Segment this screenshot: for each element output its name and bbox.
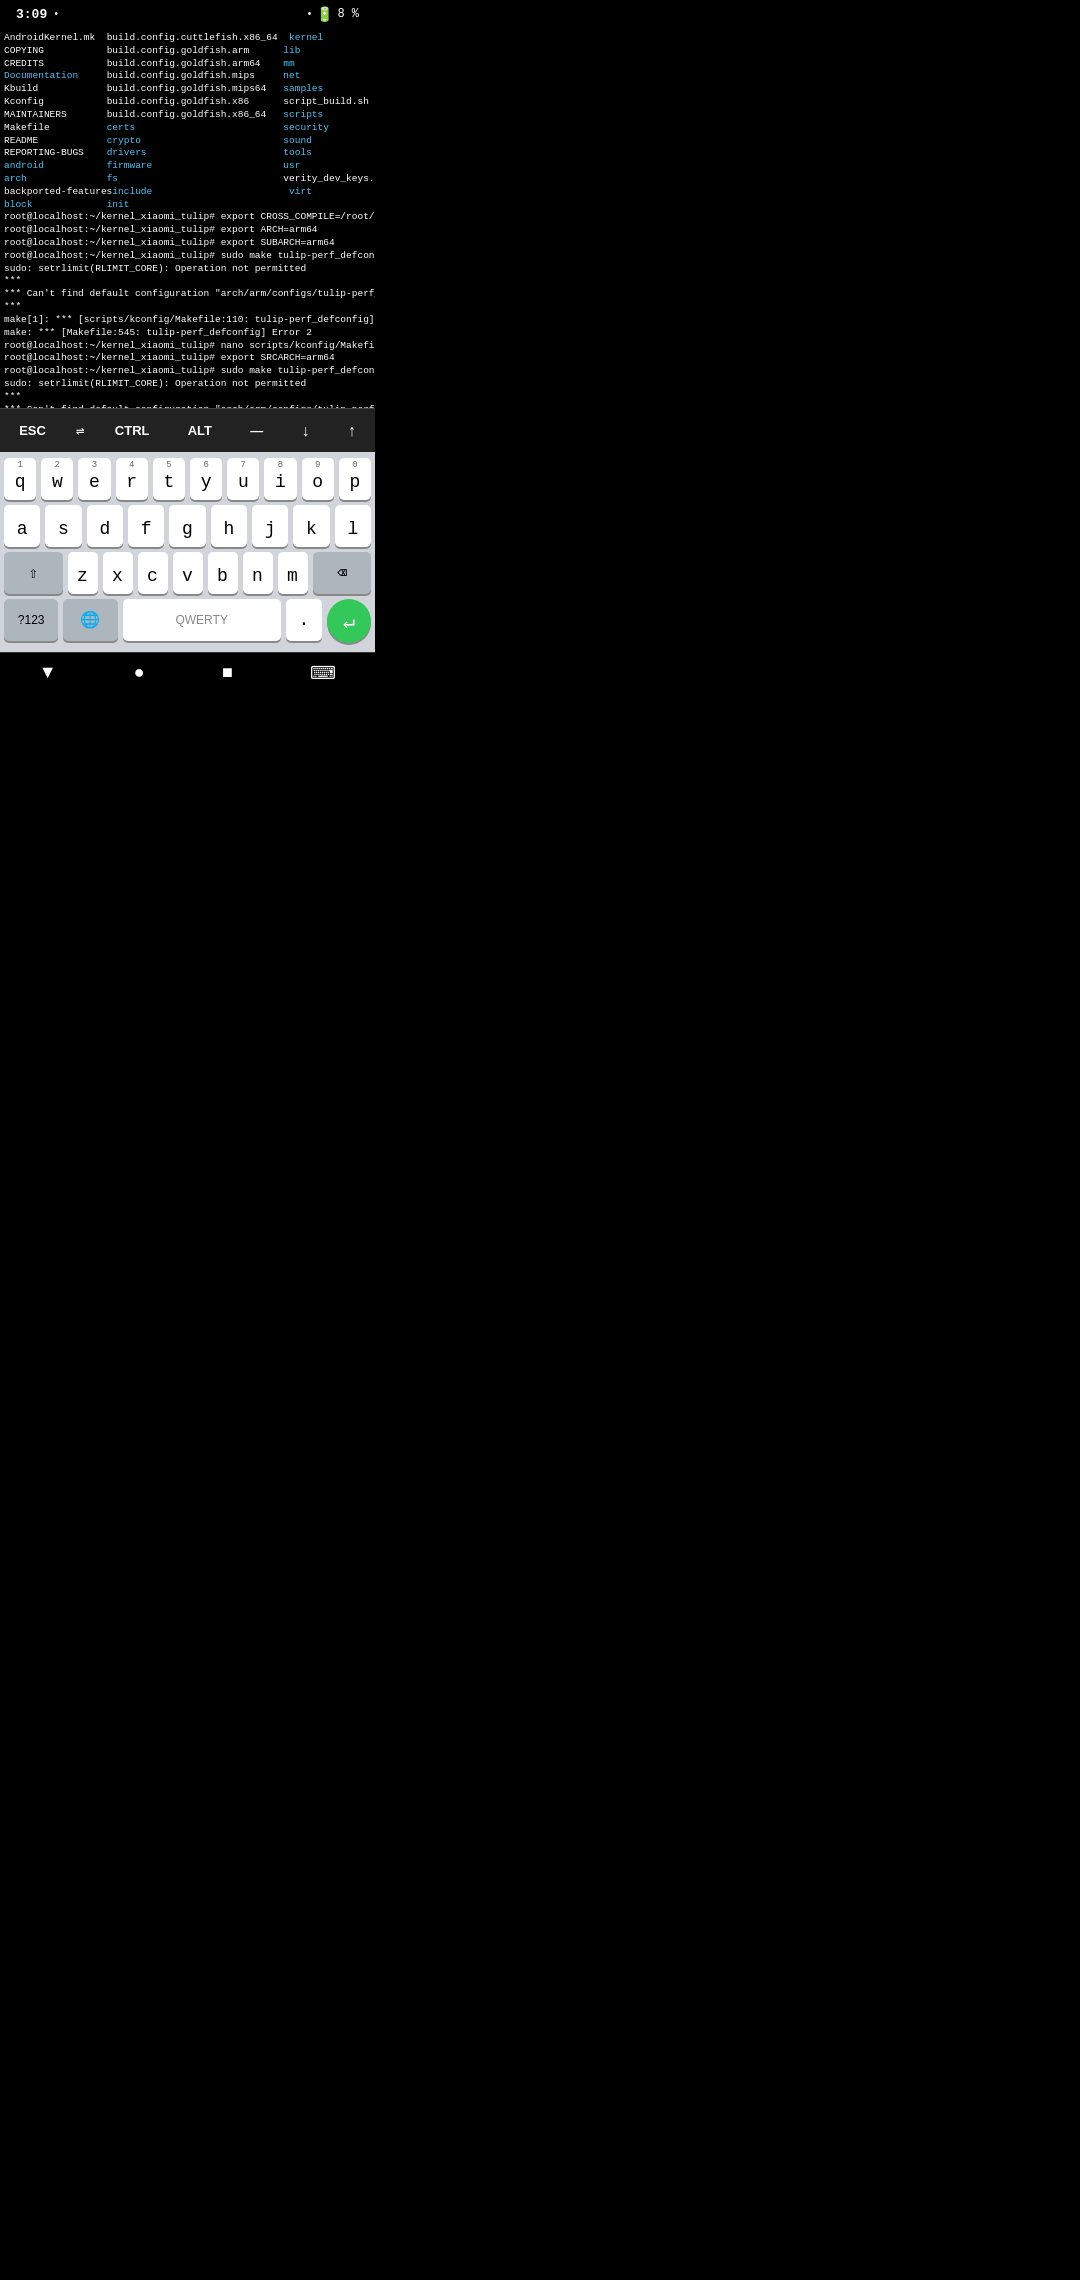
terminal-line: *** — [4, 275, 371, 288]
terminal-line: sudo: setrlimit(RLIMIT_CORE): Operation … — [4, 378, 371, 391]
status-bar: 3:09 • • 🔋 8 % — [0, 0, 375, 28]
terminal-line: REPORTING-BUGS drivers tools — [4, 147, 371, 160]
terminal-line: *** — [4, 301, 371, 314]
terminal-line: README crypto sound — [4, 135, 371, 148]
alt-button[interactable]: ALT — [180, 419, 220, 442]
terminal-line: root@localhost:~/kernel_xiaomi_tulip# su… — [4, 250, 371, 263]
status-right: • 🔋 8 % — [306, 6, 359, 23]
terminal-line: android firmware usr — [4, 160, 371, 173]
key-j[interactable]: j — [252, 505, 288, 547]
key-i[interactable]: 8i — [264, 458, 296, 500]
terminal-line: root@localhost:~/kernel_xiaomi_tulip# ex… — [4, 224, 371, 237]
key-e[interactable]: 3e — [78, 458, 110, 500]
terminal-line: make: *** [Makefile:545: tulip-perf_defc… — [4, 327, 371, 340]
terminal-line: backported-featuresinclude virt — [4, 186, 371, 199]
key-w[interactable]: 2w — [41, 458, 73, 500]
terminal-line: Kbuild build.config.goldfish.mips64 samp… — [4, 83, 371, 96]
key-row-bottom: ?123 🌐 QWERTY . ↵ — [4, 599, 371, 643]
key-x[interactable]: x — [103, 552, 133, 594]
terminal-line: block init — [4, 199, 371, 212]
terminal-line: MAINTAINERS build.config.goldfish.x86_64… — [4, 109, 371, 122]
key-s[interactable]: s — [45, 505, 81, 547]
back-button[interactable]: ▼ — [27, 658, 69, 687]
terminal-line: root@localhost:~/kernel_xiaomi_tulip# ex… — [4, 237, 371, 250]
key-u[interactable]: 7u — [227, 458, 259, 500]
terminal-line: root@localhost:~/kernel_xiaomi_tulip# ex… — [4, 211, 371, 224]
terminal: AndroidKernel.mk build.config.cuttlefish… — [0, 28, 375, 408]
key-r[interactable]: 4r — [116, 458, 148, 500]
key-q[interactable]: 1q — [4, 458, 36, 500]
arrow-up-button[interactable]: ↑ — [340, 418, 364, 444]
backspace-key[interactable]: ⌫ — [313, 552, 372, 594]
key-row-2: asdfghjkl — [4, 505, 371, 547]
status-dot: • — [53, 9, 59, 20]
key-z[interactable]: z — [68, 552, 98, 594]
terminal-line: root@localhost:~/kernel_xiaomi_tulip# na… — [4, 340, 371, 353]
key-h[interactable]: h — [211, 505, 247, 547]
key-k[interactable]: k — [293, 505, 329, 547]
esc-button[interactable]: ESC — [11, 419, 54, 442]
keyboard-button[interactable]: ⌨ — [298, 658, 348, 688]
key-row-3: ⇧ zxcvbnm ⌫ — [4, 552, 371, 594]
shift-key[interactable]: ⇧ — [4, 552, 63, 594]
key-row-1: 1q2w3e4r5t6y7u8i9o0p — [4, 458, 371, 500]
enter-key[interactable]: ↵ — [327, 599, 371, 643]
terminal-line: sudo: setrlimit(RLIMIT_CORE): Operation … — [4, 263, 371, 276]
terminal-line: *** Can't find default configuration "ar… — [4, 288, 371, 301]
status-time: 3:09 — [16, 7, 47, 22]
battery-percent: 8 % — [337, 7, 359, 21]
terminal-line: root@localhost:~/kernel_xiaomi_tulip# su… — [4, 365, 371, 378]
tab-icon[interactable]: ⇌ — [76, 422, 84, 439]
key-g[interactable]: g — [169, 505, 205, 547]
terminal-line: AndroidKernel.mk build.config.cuttlefish… — [4, 32, 371, 45]
home-button[interactable]: ● — [122, 658, 157, 687]
arrow-down-button[interactable]: ↓ — [294, 418, 318, 444]
terminal-line: CREDITS build.config.goldfish.arm64 mm — [4, 58, 371, 71]
key-p[interactable]: 0p — [339, 458, 371, 500]
terminal-line: Kconfig build.config.goldfish.x86 script… — [4, 96, 371, 109]
recent-button[interactable]: ■ — [210, 658, 245, 687]
battery-icon: 🔋 — [316, 6, 333, 23]
key-v[interactable]: v — [173, 552, 203, 594]
ctrl-button[interactable]: CTRL — [107, 419, 158, 442]
terminal-line: make[1]: *** [scripts/kconfig/Makefile:1… — [4, 314, 371, 327]
bottom-nav: ▼ ● ■ ⌨ — [0, 652, 375, 692]
key-t[interactable]: 5t — [153, 458, 185, 500]
key-f[interactable]: f — [128, 505, 164, 547]
key-y[interactable]: 6y — [190, 458, 222, 500]
terminal-line: Documentation build.config.goldfish.mips… — [4, 70, 371, 83]
key-l[interactable]: l — [335, 505, 371, 547]
key-o[interactable]: 9o — [302, 458, 334, 500]
period-key[interactable]: . — [286, 599, 322, 641]
terminal-line: COPYING build.config.goldfish.arm lib — [4, 45, 371, 58]
enter-icon: ↵ — [343, 609, 355, 634]
globe-key[interactable]: 🌐 — [63, 599, 117, 641]
key-m[interactable]: m — [278, 552, 308, 594]
terminal-line: Makefile certs security — [4, 122, 371, 135]
key-c[interactable]: c — [138, 552, 168, 594]
terminal-line: *** — [4, 391, 371, 404]
key-b[interactable]: b — [208, 552, 238, 594]
key-n[interactable]: n — [243, 552, 273, 594]
keyboard: 1q2w3e4r5t6y7u8i9o0p asdfghjkl ⇧ zxcvbnm… — [0, 452, 375, 652]
space-key[interactable]: QWERTY — [123, 599, 281, 641]
terminal-line: root@localhost:~/kernel_xiaomi_tulip# ex… — [4, 352, 371, 365]
status-dot2: • — [306, 9, 312, 20]
num-key[interactable]: ?123 — [4, 599, 58, 641]
terminal-line: *** Can't find default configuration "ar… — [4, 404, 371, 408]
key-d[interactable]: d — [87, 505, 123, 547]
dash-button[interactable]: — — [242, 419, 271, 442]
terminal-line: arch fs verity_dev_keys.x509 — [4, 173, 371, 186]
key-a[interactable]: a — [4, 505, 40, 547]
toolbar: ESC ⇌ CTRL ALT — ↓ ↑ — [0, 408, 375, 452]
